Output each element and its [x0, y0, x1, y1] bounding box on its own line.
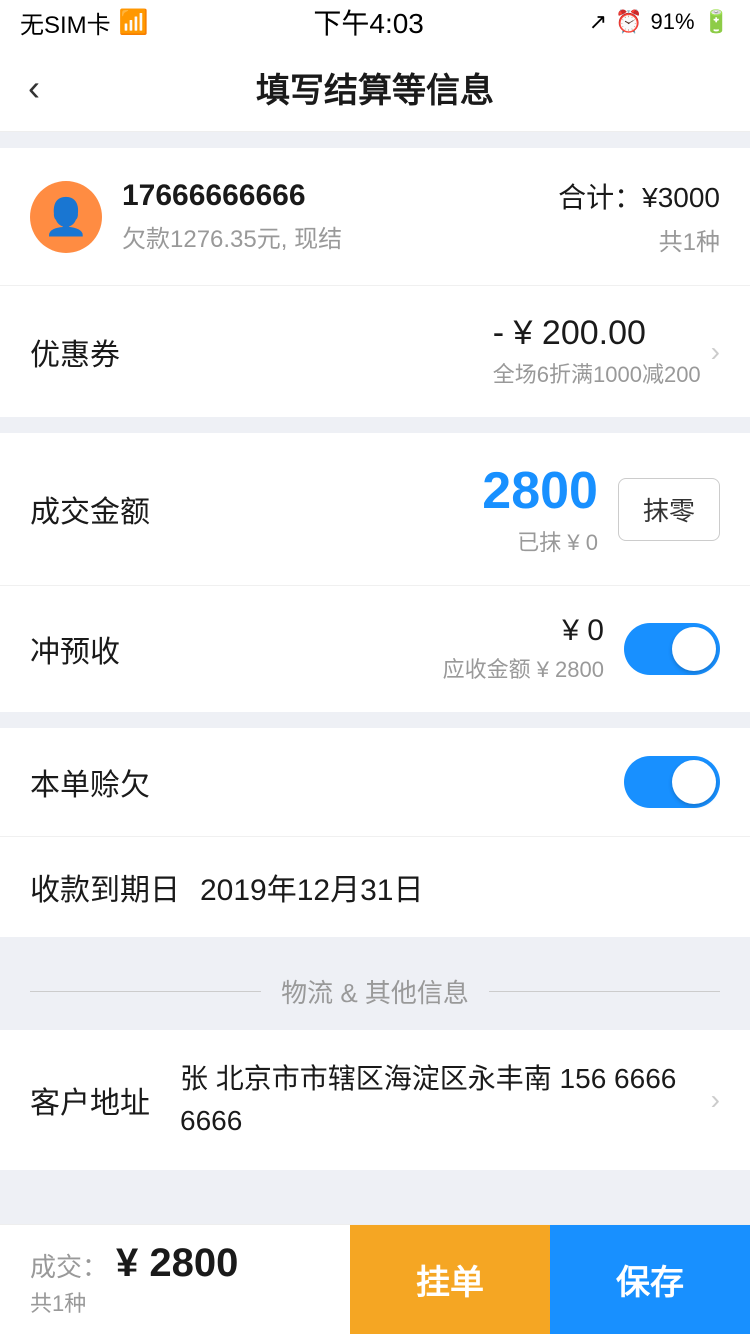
status-carrier-wifi: 无SIM卡 📶 — [20, 5, 149, 40]
due-date-label: 收款到期日 — [30, 865, 180, 909]
due-date-value: 2019年12月31日 — [200, 865, 423, 909]
coupon-row[interactable]: 优惠券 - ¥ 200.00 全场6折满1000减200 › — [0, 286, 750, 417]
battery-icon: 🔋 — [703, 9, 730, 35]
customer-phone: 17666666666 — [122, 179, 342, 213]
bottom-deal-label: 成交： — [30, 1247, 108, 1284]
carrier-text: 无SIM卡 — [20, 5, 111, 40]
customer-right: 合计：¥3000 共1种 — [558, 176, 720, 257]
section-divider: 物流 & 其他信息 — [0, 953, 750, 1030]
total-count: 共1种 — [558, 222, 720, 257]
address-label: 客户地址 — [30, 1078, 150, 1122]
prepay-amount-block: ¥ 0 应收金额 ¥ 2800 — [443, 614, 604, 684]
address-value: 张 北京市市辖区海淀区永丰南 156 6666 6666 — [180, 1058, 711, 1142]
total-amount: 合计：¥3000 — [558, 176, 720, 216]
prepay-row: 冲预收 ¥ 0 应收金额 ¥ 2800 — [0, 585, 750, 712]
prepay-toggle[interactable] — [624, 623, 720, 675]
wifi-icon: 📶 — [119, 8, 149, 37]
bottom-bar: 成交： ¥ 2800 共1种 挂单 保存 — [0, 1224, 750, 1334]
coupon-description: 全场6折满1000减200 — [493, 357, 701, 389]
prepay-label: 冲预收 — [30, 627, 120, 671]
deal-right: 2800 已抹 ¥ 0 抹零 — [482, 461, 720, 557]
status-bar: 无SIM卡 📶 下午4:03 ↗ ⏰ 91% 🔋 — [0, 0, 750, 44]
pending-button[interactable]: 挂单 — [350, 1225, 550, 1334]
deal-amount-label: 成交金额 — [30, 487, 150, 531]
alarm-icon: ⏰ — [615, 9, 642, 35]
status-indicators: ↗ ⏰ 91% 🔋 — [589, 9, 730, 35]
chevron-right-icon: › — [711, 336, 720, 368]
deal-amount-value: 2800 — [482, 461, 598, 521]
coupon-right: - ¥ 200.00 全场6折满1000减200 › — [493, 314, 720, 389]
bottom-count: 共1种 — [30, 1286, 320, 1318]
location-icon: ↗ — [589, 9, 607, 35]
customer-card: 👤 17666666666 欠款1276.35元, 现结 合计：¥3000 共1… — [0, 148, 750, 417]
debt-toggle[interactable] — [624, 756, 720, 808]
prepay-right: ¥ 0 应收金额 ¥ 2800 — [443, 614, 720, 684]
header: ‹ 填写结算等信息 — [0, 44, 750, 132]
customer-left: 👤 17666666666 欠款1276.35元, 现结 — [30, 179, 342, 254]
deal-amount-row: 成交金额 2800 已抹 ¥ 0 抹零 — [0, 433, 750, 585]
customer-subtitle: 欠款1276.35元, 现结 — [122, 219, 342, 254]
debt-card: 本单赊欠 收款到期日 2019年12月31日 — [0, 728, 750, 937]
bottom-deal-amount: ¥ 2800 — [116, 1241, 238, 1286]
page-title: 填写结算等信息 — [256, 63, 494, 112]
prepay-amount: ¥ 0 — [443, 614, 604, 648]
coupon-label: 优惠券 — [30, 330, 120, 374]
battery-text: 91% — [651, 9, 695, 35]
bottom-summary: 成交： ¥ 2800 共1种 — [0, 1225, 350, 1334]
divider-line-left — [30, 991, 261, 992]
divider-text: 物流 & 其他信息 — [281, 973, 469, 1010]
address-chevron-icon: › — [711, 1084, 720, 1116]
prepay-sub-text: 应收金额 ¥ 2800 — [443, 652, 604, 684]
deal-sub-text: 已抹 ¥ 0 — [482, 525, 598, 557]
deal-section: 成交金额 2800 已抹 ¥ 0 抹零 冲预收 ¥ 0 应收金额 ¥ 2800 — [0, 433, 750, 712]
save-button[interactable]: 保存 — [550, 1225, 750, 1334]
status-time: 下午4:03 — [313, 2, 424, 42]
coupon-discount: - ¥ 200.00 — [493, 314, 701, 353]
debt-label: 本单赊欠 — [30, 760, 150, 804]
debt-row: 本单赊欠 — [0, 728, 750, 836]
round-button[interactable]: 抹零 — [618, 478, 720, 541]
customer-row: 👤 17666666666 欠款1276.35元, 现结 合计：¥3000 共1… — [0, 148, 750, 286]
avatar: 👤 — [30, 181, 102, 253]
date-row: 收款到期日 2019年12月31日 — [0, 836, 750, 937]
address-row[interactable]: 客户地址 张 北京市市辖区海淀区永丰南 156 6666 6666 › — [0, 1030, 750, 1170]
divider-line-right — [489, 991, 720, 992]
back-button[interactable]: ‹ — [28, 67, 40, 109]
